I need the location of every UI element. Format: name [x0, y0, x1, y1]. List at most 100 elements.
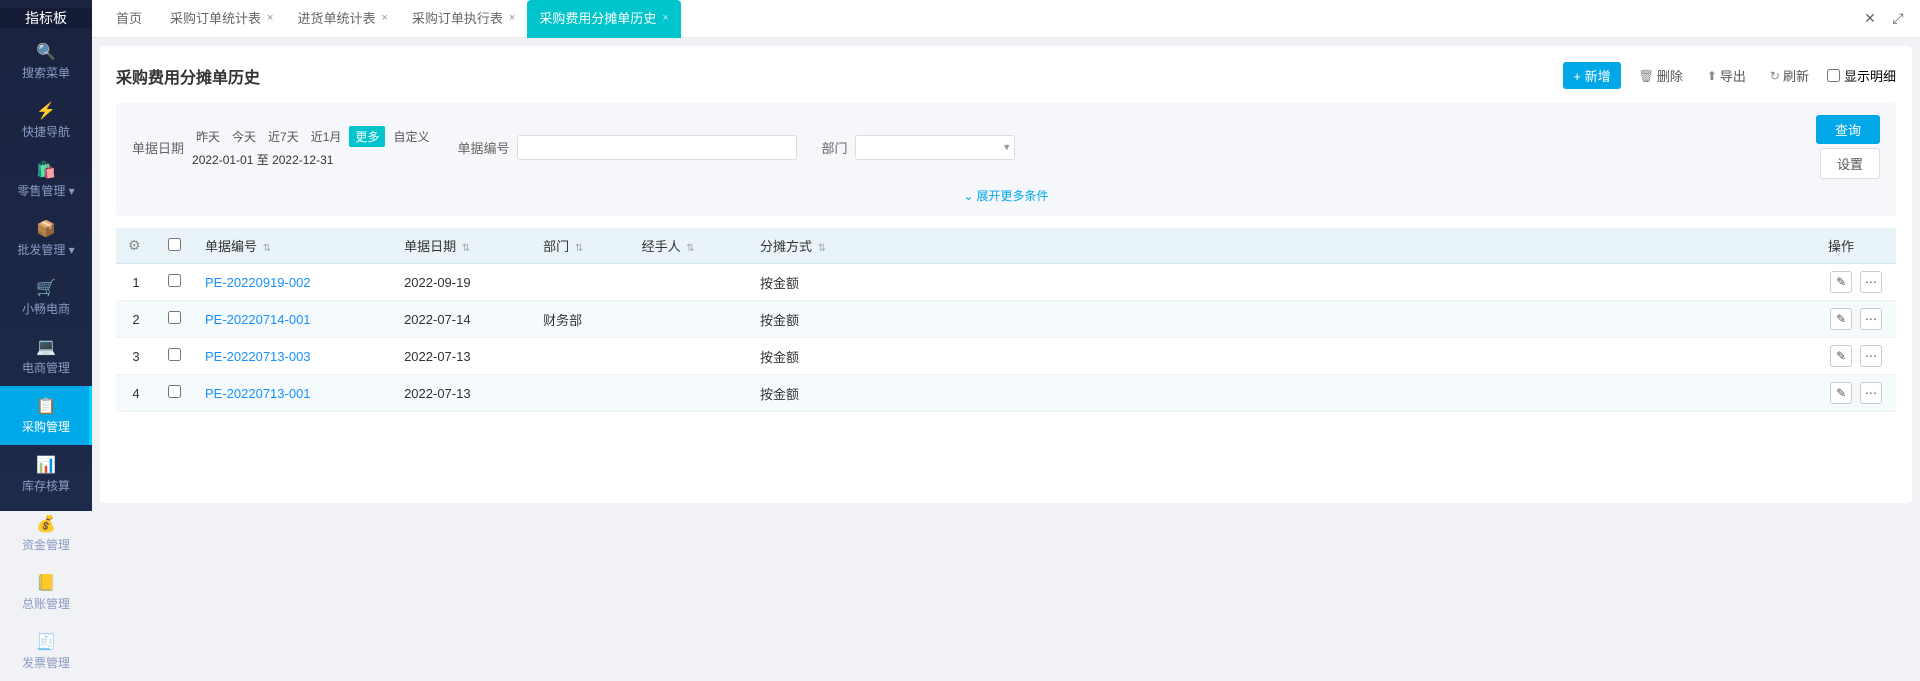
sidebar-item-invoice[interactable]: 🧾 发票管理	[0, 622, 92, 681]
cell-handler-0	[630, 264, 748, 301]
date-btn-yesterday[interactable]: 昨天	[192, 126, 224, 147]
tab-home[interactable]: 首页	[104, 0, 154, 38]
dept-select[interactable]: 财务部	[855, 135, 1015, 160]
ecomm-small-icon: 🛒	[4, 278, 88, 298]
tab-close-purchase-receive-stat[interactable]: ×	[381, 12, 387, 24]
sidebar-item-label: 搜索菜单	[22, 66, 70, 80]
tab-bar: 首页 采购订单统计表 × 进货单统计表 × 采购订单执行表 × 采购费用分摊单历…	[92, 0, 1920, 38]
query-button[interactable]: 查询	[1816, 115, 1880, 144]
cell-dept-3	[531, 375, 629, 412]
dept-search-field: 部门 财务部	[821, 135, 1015, 160]
column-settings-icon[interactable]: ⚙	[128, 237, 141, 253]
date-btn-custom[interactable]: 自定义	[389, 126, 433, 147]
col-header-checkbox[interactable]	[156, 228, 193, 264]
sidebar-item-quick[interactable]: ⚡ 快捷导航	[0, 91, 92, 150]
cell-doc-date-0: 2022-09-19	[392, 264, 531, 301]
doc-no-link-2[interactable]: PE-20220713-003	[205, 349, 311, 364]
page-title: 采购费用分摊单历史	[116, 64, 260, 88]
sort-icon-doc-date: ⇅	[462, 243, 470, 254]
sidebar-item-wholesale[interactable]: 📦 批发管理 ▾	[0, 209, 92, 268]
doc-no-link-1[interactable]: PE-20220714-001	[205, 312, 311, 327]
date-range-display[interactable]: 2022-01-01 至 2022-12-31	[192, 151, 433, 168]
doc-no-link-0[interactable]: PE-20220919-002	[205, 275, 311, 290]
tab-purchase-order-stat[interactable]: 采购订单统计表 ×	[158, 0, 285, 38]
row-num-2: 3	[116, 338, 156, 375]
close-tab-btn[interactable]: ✕	[1860, 9, 1880, 29]
table-row: 3 PE-20220713-003 2022-07-13 按金额 ✎ ⋯	[116, 338, 1896, 375]
edit-btn-3[interactable]: ✎	[1830, 382, 1852, 404]
cell-ops-3: ✎ ⋯	[1816, 375, 1896, 412]
sidebar-item-label: 发票管理	[22, 656, 70, 670]
expand-more-btn[interactable]: ⌄ 展开更多条件	[963, 187, 1048, 204]
row-checkbox-0[interactable]	[156, 264, 193, 301]
expand-chevron-icon: ⌄	[963, 189, 973, 203]
cell-ops-2: ✎ ⋯	[1816, 338, 1896, 375]
tab-purchase-receive-stat[interactable]: 进货单统计表 ×	[285, 0, 399, 38]
row-checkbox-1[interactable]	[156, 301, 193, 338]
export-icon: ⬆	[1707, 69, 1717, 83]
more-btn-2[interactable]: ⋯	[1860, 345, 1882, 367]
col-header-handler[interactable]: 经手人 ⇅	[630, 228, 748, 264]
cell-doc-no-1: PE-20220714-001	[193, 301, 392, 338]
date-btn-1month[interactable]: 近1月	[307, 126, 346, 147]
cell-ops-0: ✎ ⋯	[1816, 264, 1896, 301]
sidebar-item-finance[interactable]: 💰 资金管理	[0, 504, 92, 563]
add-button[interactable]: + 新增	[1563, 62, 1620, 89]
row-checkbox-2[interactable]	[156, 338, 193, 375]
edit-btn-1[interactable]: ✎	[1830, 308, 1852, 330]
row-checkbox-3[interactable]	[156, 375, 193, 412]
sidebar-item-inventory[interactable]: 📊 库存核算	[0, 445, 92, 504]
sidebar: 指标板 🔍 搜索菜单 ⚡ 快捷导航 🛍️ 零售管理 ▾ 📦 批发管理 ▾ 🛒 小…	[0, 0, 92, 511]
refresh-button[interactable]: ↻ 刷新	[1764, 62, 1815, 89]
doc-no-link-3[interactable]: PE-20220713-001	[205, 386, 311, 401]
expand-label: 展开更多条件	[977, 187, 1049, 204]
tab-close-purchase-fee-split[interactable]: ×	[662, 12, 668, 24]
docno-input[interactable]	[517, 135, 797, 160]
date-btn-7days[interactable]: 近7天	[264, 126, 303, 147]
sidebar-item-ecomm[interactable]: 💻 电商管理	[0, 327, 92, 386]
sidebar-item-accounting[interactable]: 📒 总账管理	[0, 563, 92, 622]
search-row: 单据日期 昨天 今天 近7天 近1月 更多 自定义 2022-01-01 至 2…	[132, 115, 1880, 179]
select-all-checkbox[interactable]	[168, 238, 181, 251]
sidebar-item-purchase[interactable]: 📋 采购管理	[0, 386, 92, 445]
edit-btn-0[interactable]: ✎	[1830, 271, 1852, 293]
cell-dept-0	[531, 264, 629, 301]
sort-icon-dept: ⇅	[575, 243, 583, 254]
expand-row: ⌄ 展开更多条件	[132, 187, 1880, 204]
sidebar-item-retail[interactable]: 🛍️ 零售管理 ▾	[0, 150, 92, 209]
maximize-btn[interactable]: ⤢	[1888, 9, 1908, 29]
cell-handler-1	[630, 301, 748, 338]
sidebar-item-label: 零售管理	[17, 184, 65, 198]
col-header-split-method[interactable]: 分摊方式 ⇅	[748, 228, 1816, 264]
sort-icon-doc-no: ⇅	[263, 243, 271, 254]
export-button[interactable]: ⬆ 导出	[1701, 62, 1752, 89]
tab-close-purchase-order-stat[interactable]: ×	[267, 12, 273, 24]
cell-split-method-0: 按金额	[748, 264, 1816, 301]
col-header-dept[interactable]: 部门 ⇅	[531, 228, 629, 264]
tab-bar-actions: ✕ ⤢	[1860, 9, 1908, 29]
tab-close-purchase-order-exec[interactable]: ×	[509, 12, 515, 24]
sidebar-item-search[interactable]: 🔍 搜索菜单	[0, 32, 92, 91]
toolbar: + 新增 🗑 删除 ⬆ 导出 ↻ 刷新 显示明细	[1563, 62, 1896, 89]
col-header-doc-no[interactable]: 单据编号 ⇅	[193, 228, 392, 264]
col-header-doc-date[interactable]: 单据日期 ⇅	[392, 228, 531, 264]
edit-btn-2[interactable]: ✎	[1830, 345, 1852, 367]
more-btn-3[interactable]: ⋯	[1860, 382, 1882, 404]
date-btn-today[interactable]: 今天	[228, 126, 260, 147]
more-btn-0[interactable]: ⋯	[1860, 271, 1882, 293]
docno-search-field: 单据编号	[457, 135, 797, 160]
date-btn-more[interactable]: 更多	[349, 126, 385, 147]
sidebar-item-label: 采购管理	[22, 420, 70, 434]
tab-purchase-fee-split[interactable]: 采购费用分摊单历史 ×	[527, 0, 680, 38]
sidebar-item-ecomm-small[interactable]: 🛒 小畅电商	[0, 268, 92, 327]
wholesale-icon: 📦	[4, 219, 88, 239]
more-btn-1[interactable]: ⋯	[1860, 308, 1882, 330]
cell-handler-3	[630, 375, 748, 412]
col-header-settings[interactable]: ⚙	[116, 228, 156, 264]
settings-button[interactable]: 设置	[1820, 148, 1880, 179]
show-detail-checkbox[interactable]	[1827, 69, 1840, 82]
tab-purchase-order-exec[interactable]: 采购订单执行表 ×	[400, 0, 527, 38]
delete-button[interactable]: 🗑 删除	[1633, 62, 1689, 89]
sidebar-item-label: 批发管理	[17, 243, 65, 257]
col-label-handler: 经手人	[642, 239, 681, 254]
